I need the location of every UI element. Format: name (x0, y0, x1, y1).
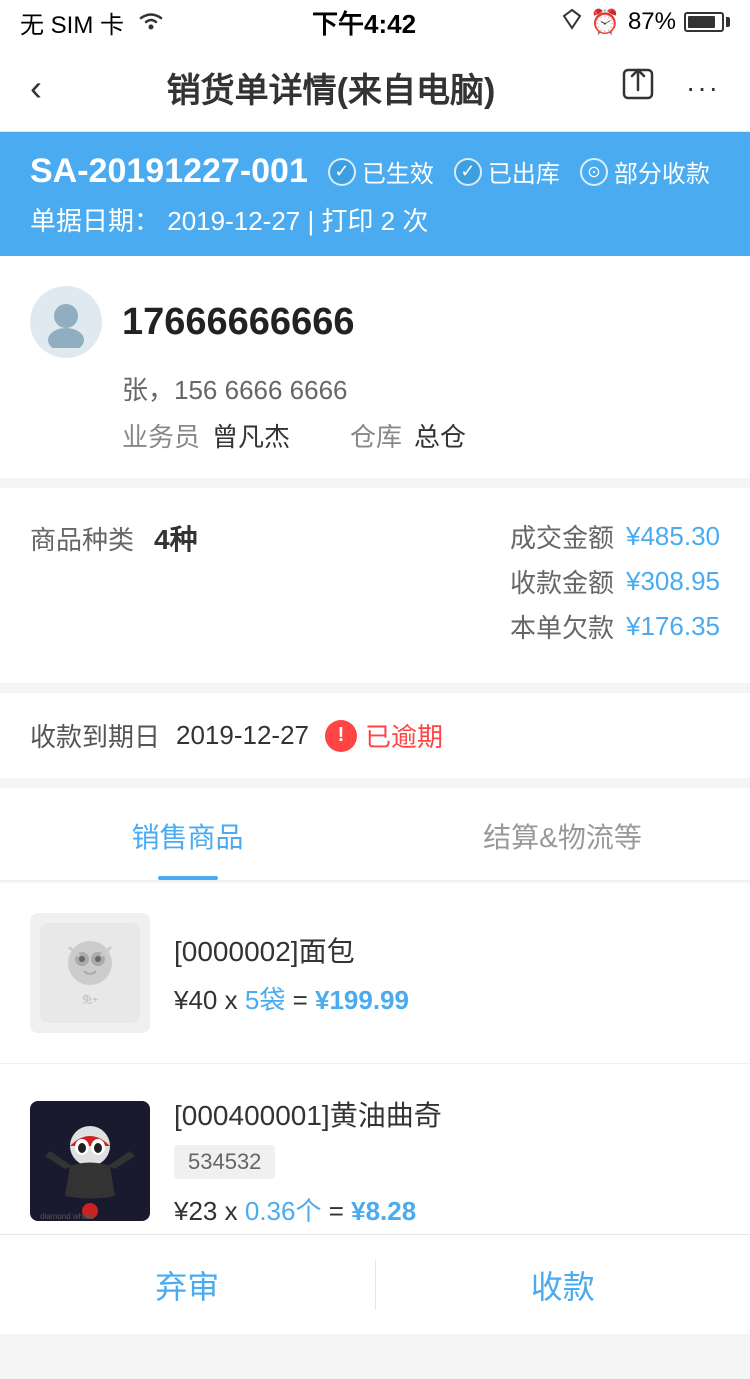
overdue-badge: ! 已逾期 (325, 717, 443, 754)
check-icon-1: ✓ (328, 158, 356, 186)
price-qty-2: 0.36个 (245, 1196, 322, 1226)
tabs-row: 销售商品 结算&物流等 (0, 788, 750, 881)
product-image-placeholder-1: 兔+ (30, 913, 150, 1033)
product-name-2: [000400001]黄油曲奇 (174, 1094, 720, 1134)
banner-date-row: 单据日期： 2019-12-27 | 打印 2 次 (30, 201, 720, 238)
stats-section: 商品种类 4种 成交金额 ¥485.30 收款金额 ¥308.95 本单欠款 ¥… (0, 488, 750, 683)
product-thumb-1: 兔+ (30, 913, 150, 1033)
product-batch-2: 534532 (174, 1145, 275, 1179)
product-types-label: 商品种类 (30, 520, 134, 557)
deal-amount-label: 成交金额 (510, 518, 614, 555)
status-time: 下午4:42 (312, 4, 416, 41)
nav-bar: ‹ 销货单详情(来自电脑) ··· (0, 44, 750, 132)
tab-sales-products[interactable]: 销售商品 (0, 788, 375, 880)
customer-row: 17666666666 (30, 286, 720, 358)
cancel-button[interactable]: 弃审 (0, 1242, 375, 1328)
page-title: 销货单详情(来自电脑) (167, 63, 496, 112)
alarm-icon: ⏰ (590, 8, 620, 37)
sales-person: 曾凡杰 (212, 417, 290, 454)
customer-info: 业务员 曾凡杰 仓库 总仓 (30, 417, 720, 454)
deal-amount-item: 成交金额 ¥485.30 (510, 518, 720, 555)
status-bar: 无 SIM 卡 下午4:42 ⏰ 87% (0, 0, 750, 44)
battery-text: 87% (628, 8, 676, 36)
order-date: 2019-12-27 (167, 206, 300, 236)
product-list: 兔+ [0000002]面包 ¥40 x 5袋 = ¥199.99 (0, 883, 750, 1259)
price-total-1: ¥199.99 (315, 985, 409, 1015)
owed-item: 本单欠款 ¥176.35 (510, 608, 720, 645)
tabs-section: 销售商品 结算&物流等 (0, 788, 750, 881)
sales-info: 业务员 曾凡杰 (122, 417, 290, 454)
warehouse-value: 总仓 (414, 417, 466, 454)
bottom-bar: 弃审 收款 (0, 1234, 750, 1334)
customer-section: 17666666666 张，156 6666 6666 业务员 曾凡杰 仓库 总… (0, 256, 750, 478)
back-button[interactable]: ‹ (30, 67, 42, 109)
received-value: ¥308.95 (626, 566, 720, 597)
product-name-1: [0000002]面包 (174, 930, 720, 970)
sales-label: 业务员 (122, 417, 200, 454)
header-banner: SA-20191227-001 ✓ 已生效 ✓ 已出库 ⊙ 部分收款 单据日期：… (0, 132, 750, 256)
confirm-button[interactable]: 收款 (376, 1242, 750, 1328)
clock-icon: ⊙ (580, 158, 608, 186)
wifi-icon (136, 8, 166, 37)
due-date-value: 2019-12-27 (176, 720, 309, 751)
customer-name-phone: 张，156 6666 6666 (30, 370, 720, 407)
badge-activated: ✓ 已生效 (328, 154, 434, 189)
due-section: 收款到期日 2019-12-27 ! 已逾期 (0, 693, 750, 778)
banner-row1: SA-20191227-001 ✓ 已生效 ✓ 已出库 ⊙ 部分收款 (30, 152, 720, 191)
product-info-1: [0000002]面包 ¥40 x 5袋 = ¥199.99 (174, 930, 720, 1017)
nav-actions: ··· (620, 66, 720, 110)
svg-text:兔+: 兔+ (82, 993, 98, 1006)
status-right: ⏰ 87% (562, 8, 730, 37)
product-types-item: 商品种类 4种 (30, 518, 198, 558)
price-base-2: ¥23 (174, 1196, 217, 1226)
received-item: 收款金额 ¥308.95 (510, 563, 720, 600)
date-label: 单据日期： (30, 206, 160, 236)
overdue-icon: ! (325, 720, 357, 752)
more-icon[interactable]: ··· (686, 72, 720, 104)
share-icon[interactable] (620, 66, 656, 110)
badge-partial-payment: ⊙ 部分收款 (580, 154, 710, 189)
warehouse-label: 仓库 (350, 417, 402, 454)
location-icon (562, 8, 582, 37)
owed-value: ¥176.35 (626, 611, 720, 642)
print-info: | 打印 2 次 (307, 206, 428, 236)
overdue-text: 已逾期 (365, 717, 443, 754)
product-item-2: diamond whale [000400001]黄油曲奇 534532 ¥23… (0, 1064, 750, 1259)
customer-phone: 17666666666 (122, 301, 354, 344)
warehouse-info: 仓库 总仓 (350, 417, 466, 454)
product-types-count: 4种 (154, 518, 198, 558)
deal-amount-value: ¥485.30 (626, 521, 720, 552)
check-icon-2: ✓ (454, 158, 482, 186)
price-base-1: ¥40 (174, 985, 217, 1015)
product-price-1: ¥40 x 5袋 = ¥199.99 (174, 980, 720, 1017)
owed-label: 本单欠款 (510, 608, 614, 645)
product-item: 兔+ [0000002]面包 ¥40 x 5袋 = ¥199.99 (0, 883, 750, 1064)
due-label: 收款到期日 (30, 717, 160, 754)
product-info-2: [000400001]黄油曲奇 534532 ¥23 x 0.36个 = ¥8.… (174, 1094, 720, 1228)
received-label: 收款金额 (510, 563, 614, 600)
battery-icon (684, 12, 730, 32)
status-left: 无 SIM 卡 (20, 5, 166, 40)
badge-shipped: ✓ 已出库 (454, 154, 560, 189)
stats-right: 成交金额 ¥485.30 收款金额 ¥308.95 本单欠款 ¥176.35 (510, 518, 720, 653)
product-thumb-2: diamond whale (30, 1101, 150, 1221)
svg-text:diamond whale: diamond whale (40, 1212, 94, 1221)
avatar (30, 286, 102, 358)
product-price-2: ¥23 x 0.36个 = ¥8.28 (174, 1191, 720, 1228)
tab-settlement[interactable]: 结算&物流等 (375, 788, 750, 880)
carrier-text: 无 SIM 卡 (20, 5, 124, 40)
price-total-2: ¥8.28 (351, 1196, 416, 1226)
stats-left: 商品种类 4种 (30, 518, 198, 566)
price-qty-1: 5袋 (245, 985, 285, 1015)
product-image-2: diamond whale (30, 1101, 150, 1221)
stats-row: 商品种类 4种 成交金额 ¥485.30 收款金额 ¥308.95 本单欠款 ¥… (30, 518, 720, 653)
order-id: SA-20191227-001 (30, 152, 308, 191)
